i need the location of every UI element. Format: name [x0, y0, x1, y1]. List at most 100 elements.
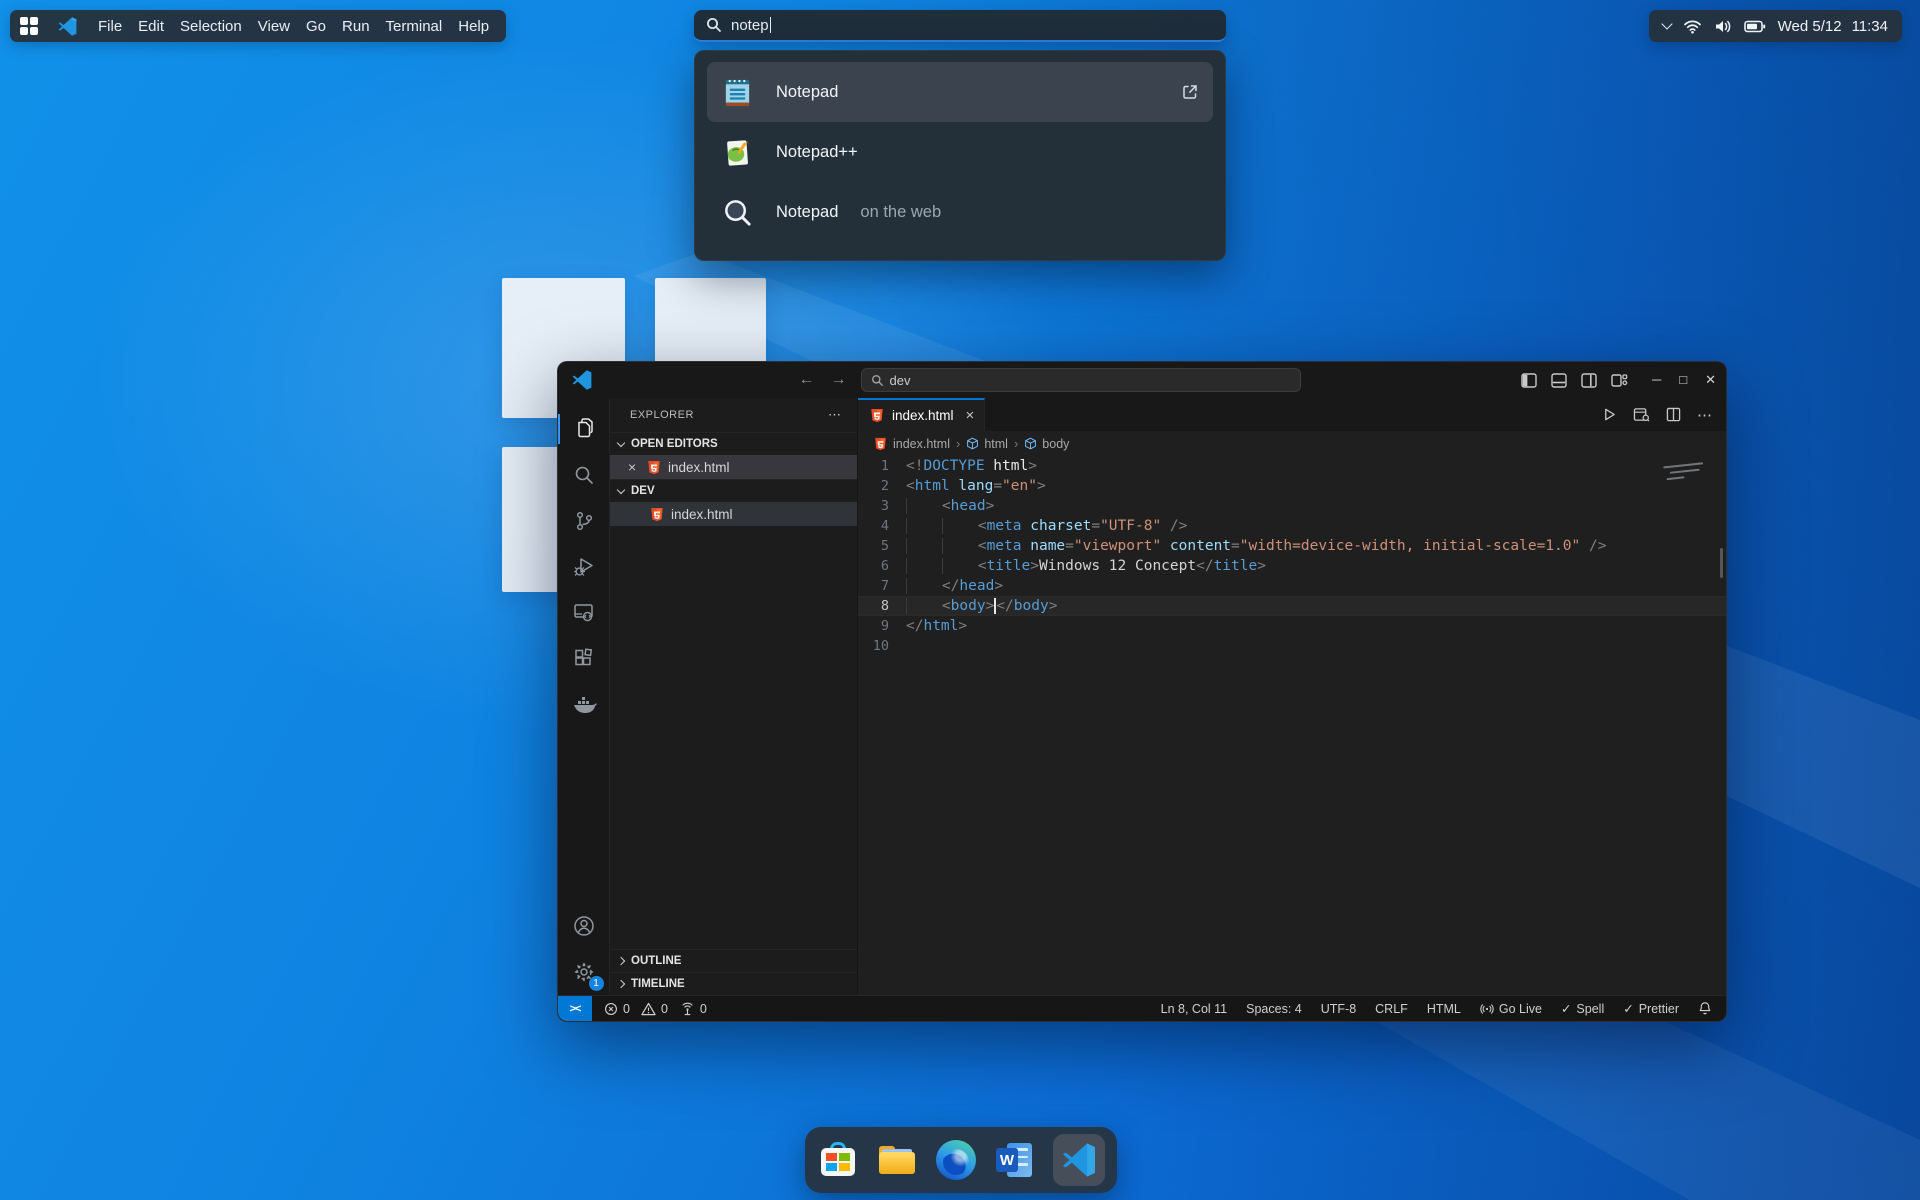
indentation[interactable]: Spaces: 4	[1246, 1002, 1302, 1016]
battery-icon[interactable]	[1744, 20, 1766, 33]
debug-icon	[572, 555, 596, 579]
maximize-button[interactable]: □	[1679, 372, 1687, 388]
settings-button[interactable]: 1	[558, 949, 610, 995]
cursor-position[interactable]: Ln 8, Col 11	[1161, 1002, 1227, 1016]
code-line: 7 </head>	[858, 576, 1726, 596]
close-editor-icon[interactable]: ×	[628, 459, 640, 475]
chevron-right-icon	[617, 957, 625, 965]
nav-forward-icon[interactable]: →	[831, 371, 847, 389]
start-button[interactable]	[20, 17, 38, 35]
vscode-window: ← → dev	[557, 361, 1727, 1022]
breadcrumb-html[interactable]: html	[966, 437, 1008, 451]
vscode-icon	[1062, 1143, 1096, 1177]
result-notepad[interactable]: Notepad	[707, 62, 1213, 122]
menu-terminal[interactable]: Terminal	[385, 16, 444, 37]
encoding[interactable]: UTF-8	[1321, 1002, 1356, 1016]
editor-group: index.html ×	[858, 398, 1726, 995]
close-tab-icon[interactable]: ×	[966, 407, 975, 424]
code-line: 2<html lang="en">	[858, 476, 1726, 496]
open-external-icon[interactable]	[1181, 83, 1199, 101]
prettier[interactable]: ✓ Prettier	[1623, 1001, 1679, 1016]
activity-remote-explorer[interactable]	[558, 590, 610, 636]
shell-search-input[interactable]: notep	[694, 10, 1226, 42]
search-icon	[871, 374, 884, 387]
html5-icon	[874, 437, 887, 451]
volume-icon[interactable]	[1714, 19, 1732, 34]
account-button[interactable]	[558, 903, 610, 949]
editor-more-actions-icon[interactable]: ⋯	[1697, 406, 1712, 424]
notifications-bell-icon[interactable]	[1698, 1001, 1712, 1016]
extensions-icon	[572, 647, 596, 671]
toggle-panel-icon[interactable]	[1551, 373, 1567, 388]
eol-sequence[interactable]: CRLF	[1375, 1002, 1408, 1016]
symbol-element-icon	[966, 437, 979, 450]
open-editor-index-html[interactable]: × index.html	[610, 455, 857, 479]
check-icon: ✓	[1561, 1001, 1571, 1016]
spell-checker[interactable]: ✓ Spell	[1561, 1001, 1604, 1016]
menu-go[interactable]: Go	[305, 16, 327, 37]
code-line: 10	[858, 636, 1726, 656]
problems-status[interactable]: 0 0	[604, 1002, 668, 1016]
check-icon: ✓	[1623, 1001, 1633, 1016]
docker-icon	[571, 693, 597, 717]
open-preview-icon[interactable]	[1633, 407, 1650, 422]
editor-scrollbar[interactable]	[1720, 548, 1723, 578]
chevron-right-icon: ›	[1014, 436, 1018, 451]
language-mode[interactable]: HTML	[1427, 1002, 1461, 1016]
open-editors-section[interactable]: OPEN EDITORS	[610, 432, 857, 455]
menu-view[interactable]: View	[257, 16, 291, 37]
dock-word[interactable]: W	[994, 1139, 1036, 1181]
activity-search[interactable]	[558, 452, 610, 498]
tab-index-html[interactable]: index.html ×	[858, 398, 985, 431]
nav-back-icon[interactable]: ←	[799, 371, 815, 389]
vscode-icon[interactable]	[58, 17, 77, 36]
remote-indicator[interactable]: ><	[558, 996, 592, 1021]
dock-vscode-active[interactable]	[1053, 1134, 1105, 1186]
close-button[interactable]: ✕	[1705, 372, 1716, 388]
chevron-down-icon	[617, 438, 625, 446]
minimize-button[interactable]: ─	[1652, 372, 1661, 388]
menu-run[interactable]: Run	[341, 16, 371, 37]
activity-explorer[interactable]	[558, 406, 610, 452]
html5-icon	[870, 408, 884, 423]
breadcrumb-body[interactable]: body	[1024, 437, 1069, 451]
menu-edit[interactable]: Edit	[137, 16, 165, 37]
chevron-down-icon[interactable]	[1661, 18, 1672, 29]
result-notepad-plus-plus[interactable]: Notepad++	[707, 122, 1213, 182]
wifi-icon[interactable]	[1683, 19, 1702, 34]
file-index-html[interactable]: index.html	[610, 502, 857, 526]
menu-selection[interactable]: Selection	[179, 16, 243, 37]
system-tray[interactable]: Wed 5/12 11:34	[1649, 10, 1902, 42]
command-center-search[interactable]: dev	[861, 368, 1301, 392]
outline-section[interactable]: OUTLINE	[610, 949, 857, 972]
dock-edge[interactable]	[935, 1139, 977, 1181]
activity-extensions[interactable]	[558, 636, 610, 682]
dock-microsoft-store[interactable]	[817, 1139, 859, 1181]
menu-help[interactable]: Help	[457, 16, 490, 37]
toggle-secondary-sidebar-icon[interactable]	[1581, 373, 1597, 388]
go-live[interactable]: Go Live	[1480, 1002, 1542, 1016]
folder-section-dev[interactable]: DEV	[610, 479, 857, 502]
ports-status[interactable]: 0	[680, 1002, 707, 1016]
result-notepad-web[interactable]: Notepad on the web	[707, 182, 1213, 242]
breadcrumb-file[interactable]: index.html	[893, 437, 950, 451]
explorer-more-actions-icon[interactable]: ⋯	[828, 407, 843, 423]
broadcast-icon	[680, 1002, 695, 1016]
activity-source-control[interactable]	[558, 498, 610, 544]
toggle-primary-sidebar-icon[interactable]	[1521, 373, 1537, 388]
explorer-title: EXPLORER	[630, 409, 694, 421]
customize-layout-icon[interactable]	[1611, 373, 1628, 388]
code-editor[interactable]: 1<!DOCTYPE html>2<html lang="en">3 <head…	[858, 456, 1726, 995]
taskbar-dock: W	[805, 1127, 1117, 1193]
run-file-icon[interactable]	[1602, 407, 1617, 422]
vscode-titlebar[interactable]: ← → dev	[558, 362, 1726, 398]
chevron-right-icon	[617, 980, 625, 988]
source-control-icon	[572, 509, 596, 533]
activity-docker[interactable]	[558, 682, 610, 728]
activity-run-debug[interactable]	[558, 544, 610, 590]
menu-file[interactable]: File	[97, 16, 123, 37]
timeline-section[interactable]: TIMELINE	[610, 972, 857, 995]
clock[interactable]: Wed 5/12 11:34	[1778, 18, 1888, 35]
split-editor-icon[interactable]	[1666, 407, 1681, 422]
dock-file-explorer[interactable]	[876, 1139, 918, 1181]
